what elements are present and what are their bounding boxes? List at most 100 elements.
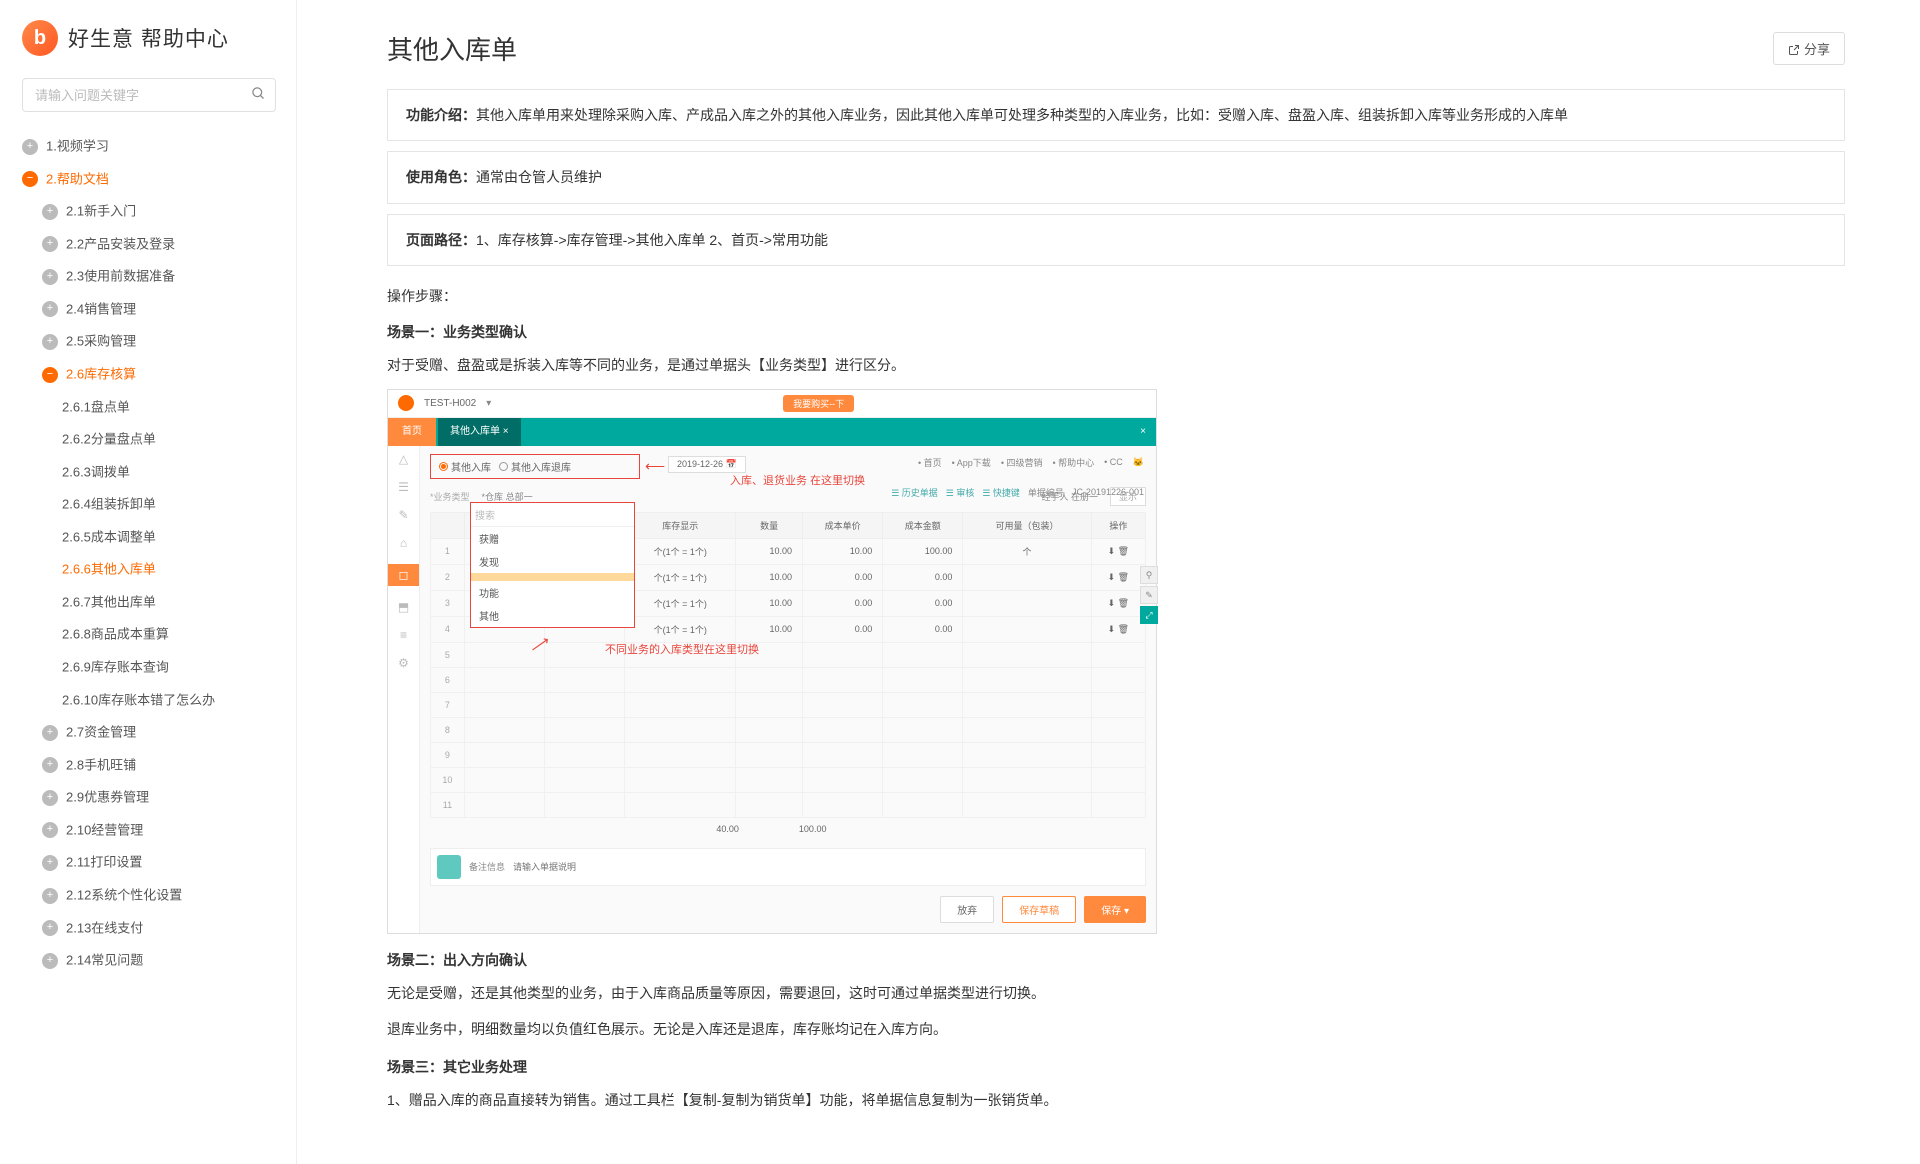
date-field[interactable]: 2019-12-26 📅 <box>668 456 746 473</box>
nav-item[interactable]: +2.9优惠券管理 <box>22 781 276 814</box>
buy-button[interactable]: 我要购买--下 <box>783 395 854 412</box>
nav-item[interactable]: +2.12系统个性化设置 <box>22 879 276 912</box>
table-row[interactable]: 10 <box>431 767 1146 792</box>
quick-link[interactable]: ☰ 历史单据 <box>891 486 938 499</box>
radio-on-icon[interactable] <box>439 462 448 471</box>
memo-input[interactable] <box>513 862 1139 872</box>
save-button[interactable]: 保存 ▾ <box>1084 896 1146 923</box>
expand-icon[interactable]: + <box>42 920 58 936</box>
table-cell <box>883 642 963 667</box>
rail-icon[interactable]: ✎ <box>398 508 408 522</box>
scenario3-title: 场景三：其它业务处理 <box>387 1057 1845 1077</box>
search-icon[interactable] <box>251 86 266 104</box>
tool-icon[interactable]: ✎ <box>1140 586 1158 604</box>
table-cell: 0.00 <box>883 590 963 616</box>
nav-item[interactable]: 2.6.4组装拆卸单 <box>22 488 276 521</box>
dropdown-search[interactable]: 搜索 <box>471 503 634 527</box>
dropdown-option[interactable]: 获赠 <box>471 527 634 550</box>
table-cell: 个(1个 = 1个) <box>625 564 736 590</box>
nav-item[interactable]: +2.2产品安装及登录 <box>22 228 276 261</box>
nav-item[interactable]: 2.6.8商品成本重算 <box>22 618 276 651</box>
expand-icon[interactable]: + <box>42 301 58 317</box>
nav-item[interactable]: 2.6.7其他出库单 <box>22 586 276 619</box>
nav-item[interactable]: +2.10经营管理 <box>22 814 276 847</box>
share-button[interactable]: 分享 <box>1773 32 1845 65</box>
rail-icon[interactable]: ⬒ <box>398 600 409 614</box>
rail-icon[interactable]: ⌂ <box>400 536 407 550</box>
header-link[interactable]: • 四级营销 <box>1001 456 1043 469</box>
expand-icon[interactable]: + <box>42 334 58 350</box>
expand-icon[interactable]: + <box>42 953 58 969</box>
tool-icon[interactable]: ⤢ <box>1140 606 1158 624</box>
expand-icon[interactable]: + <box>42 888 58 904</box>
nav-item[interactable]: 2.6.1盘点单 <box>22 391 276 424</box>
tab-active[interactable]: 其他入库单 × <box>438 418 521 446</box>
header-link[interactable]: • 帮助中心 <box>1052 456 1094 469</box>
nav-item[interactable]: +2.3使用前数据准备 <box>22 260 276 293</box>
table-row[interactable]: 8 <box>431 717 1146 742</box>
dropdown-option[interactable]: 发现 <box>471 550 634 573</box>
radio-off-icon[interactable] <box>499 462 508 471</box>
expand-icon[interactable]: + <box>42 204 58 220</box>
dropdown-option[interactable]: 功能 <box>471 581 634 604</box>
rail-icon[interactable]: ≡ <box>400 628 407 642</box>
collapse-icon[interactable]: − <box>42 367 58 383</box>
biz-type-dropdown[interactable]: 搜索 获赠发现 功能其他 <box>470 502 635 628</box>
table-row[interactable]: 11 <box>431 792 1146 817</box>
nav-item[interactable]: 2.6.6其他入库单 <box>22 553 276 586</box>
nav-item[interactable]: +2.1新手入门 <box>22 195 276 228</box>
expand-icon[interactable]: + <box>42 757 58 773</box>
expand-icon[interactable]: + <box>42 269 58 285</box>
table-row[interactable]: 6 <box>431 667 1146 692</box>
header-link[interactable]: • App下载 <box>952 456 991 469</box>
dropdown-option[interactable]: 其他 <box>471 604 634 627</box>
draft-button[interactable]: 保存草稿 <box>1002 896 1076 923</box>
collapse-icon[interactable]: − <box>22 171 38 187</box>
left-rail: △ ☰ ✎ ⌂ ◻ ⬒ ≡ ⚙ <box>388 446 420 933</box>
close-icon[interactable]: × <box>1130 426 1156 437</box>
nav-item[interactable]: −2.6库存核算 <box>22 358 276 391</box>
search-input[interactable] <box>22 78 276 112</box>
expand-icon[interactable]: + <box>42 790 58 806</box>
table-row[interactable]: 7 <box>431 692 1146 717</box>
nav-label: 2.6库存核算 <box>66 367 136 382</box>
rail-icon[interactable]: ☰ <box>398 480 409 494</box>
direction-radio-group[interactable]: 其他入库 其他入库退库 <box>430 454 640 479</box>
table-cell: 个(1个 = 1个) <box>625 538 736 564</box>
tool-icon[interactable]: ⚲ <box>1140 566 1158 584</box>
nav-item[interactable]: +2.11打印设置 <box>22 846 276 879</box>
expand-icon[interactable]: + <box>42 236 58 252</box>
nav-item[interactable]: +2.14常见问题 <box>22 944 276 977</box>
nav-item[interactable]: +2.8手机旺铺 <box>22 749 276 782</box>
nav-item[interactable]: +2.7资金管理 <box>22 716 276 749</box>
nav-item[interactable]: 2.6.3调拨单 <box>22 456 276 489</box>
tab-home[interactable]: 首页 <box>388 418 436 446</box>
nav-item[interactable]: +2.13在线支付 <box>22 912 276 945</box>
header-link[interactable]: • 首页 <box>918 456 942 469</box>
expand-icon[interactable]: + <box>42 855 58 871</box>
nav-item[interactable]: 2.6.9库存账本查询 <box>22 651 276 684</box>
expand-icon[interactable]: + <box>22 139 38 155</box>
nav-item[interactable]: 2.6.10库存账本错了怎么办 <box>22 684 276 717</box>
order-no-label: 单据编号 <box>1028 486 1064 499</box>
nav-item[interactable]: +2.4销售管理 <box>22 293 276 326</box>
nav-item[interactable]: +1.视频学习 <box>22 130 276 163</box>
header-link[interactable]: • CC <box>1104 457 1123 467</box>
quick-link[interactable]: ☰ 快捷键 <box>982 486 1020 499</box>
cancel-button[interactable]: 放弃 <box>940 896 994 923</box>
quick-link[interactable]: ☰ 审核 <box>946 486 975 499</box>
nav-item[interactable]: −2.帮助文档 <box>22 163 276 196</box>
table-cell <box>803 692 883 717</box>
dropdown-option[interactable] <box>471 573 634 581</box>
expand-icon[interactable]: + <box>42 822 58 838</box>
rail-icon-active[interactable]: ◻ <box>388 564 419 586</box>
expand-icon[interactable]: + <box>42 725 58 741</box>
nav-item[interactable]: 2.6.5成本调整单 <box>22 521 276 554</box>
table-row[interactable]: 9 <box>431 742 1146 767</box>
annotation-1: 入库、退货业务 在这里切换 <box>730 472 865 488</box>
nav-item[interactable]: 2.6.2分量盘点单 <box>22 423 276 456</box>
avatar-icon[interactable]: 🐱 <box>1133 457 1144 468</box>
rail-icon[interactable]: ⚙ <box>398 656 409 670</box>
rail-icon[interactable]: △ <box>399 452 408 466</box>
nav-item[interactable]: +2.5采购管理 <box>22 325 276 358</box>
